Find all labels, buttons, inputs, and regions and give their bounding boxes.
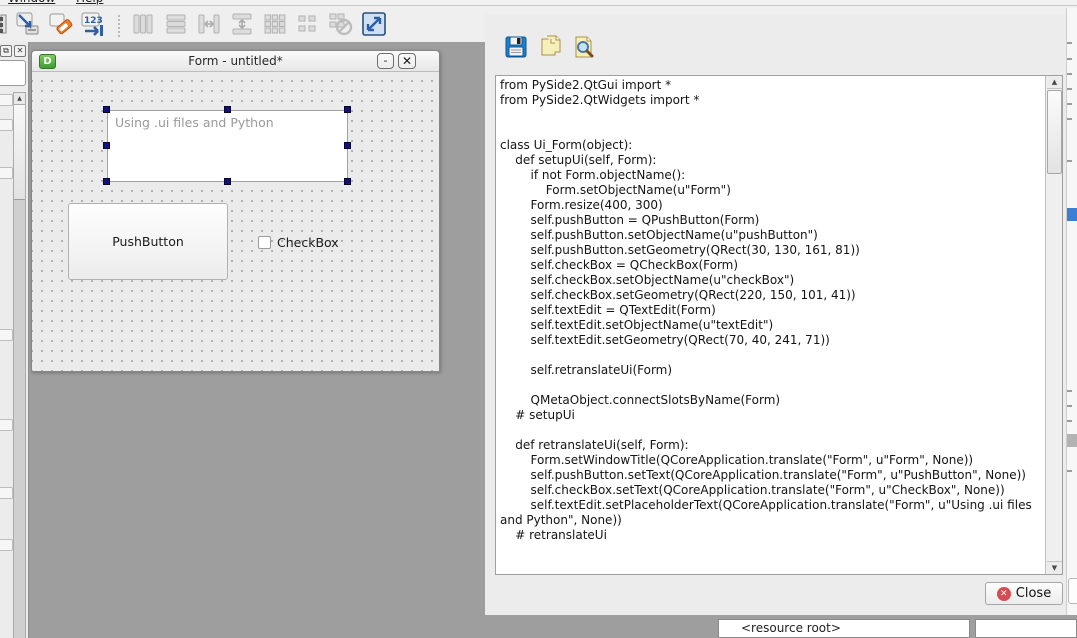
row-edge [1067,390,1072,392]
menubar: Window Help [0,0,1077,6]
selection-handle-top-left[interactable] [103,106,110,113]
code-scrollbar[interactable]: ▲ ▼ [1045,76,1062,574]
layout-split-horizontal-icon [196,11,222,41]
checkbox-indicator[interactable] [258,236,271,249]
code-dialog-toolbar [503,36,596,61]
find-icon [572,35,596,63]
generated-python-code[interactable]: from PySide2.QtGui import * from PySide2… [500,78,1043,572]
row-edge [1067,118,1072,120]
widget-box-panel: ⧉ ✕ ▲ [0,42,29,638]
row-edge [1067,470,1072,472]
dock-float-button[interactable]: ⧉ [0,45,12,57]
checkbox-widget[interactable]: CheckBox [258,235,339,250]
copy-button[interactable] [537,36,562,61]
scrollbar-thumb[interactable] [14,105,25,200]
code-preview-dialog: from PySide2.QtGui import * from PySide2… [485,14,1066,615]
widget-category-edge [0,487,13,499]
selection-handle-bottom-left[interactable] [103,178,110,185]
edit-tab-order-icon: 123 [81,11,107,41]
close-icon: ✕ [997,587,1011,601]
widget-category-edge [0,539,13,551]
find-button[interactable] [571,36,596,61]
row-edge [1067,103,1072,105]
layout-horizontal-button[interactable] [129,13,156,40]
selection-handle-top-right[interactable] [344,106,351,113]
widget-box-scrollbar[interactable]: ▲ [13,92,26,638]
layout-grid-icon [262,11,288,41]
layout-grid-button[interactable] [261,13,288,40]
form-editor-window: D Form - untitled* - ✕ Using .ui files a… [31,50,440,372]
widget-category-edge [0,329,13,341]
widget-filter-input[interactable] [0,60,26,86]
scroll-up-icon[interactable]: ▲ [1047,76,1062,89]
edit-buddies-icon [48,11,74,41]
scrollbar-thumb[interactable] [1047,90,1062,174]
toolbar-separator [117,14,121,38]
break-layout-icon [328,11,354,41]
copy-icon [538,35,562,63]
scroll-down-icon[interactable]: ▼ [1047,561,1062,574]
edit-widgets-button[interactable] [0,13,9,40]
adjust-size-button[interactable] [360,13,387,40]
layout-split-horizontal-button[interactable] [195,13,222,40]
save-icon [504,35,528,63]
row-edge [1067,420,1072,422]
edit-buddies-button[interactable] [47,13,74,40]
toolbar: 123 [0,10,393,42]
row-edge [1067,58,1072,60]
row-edge [1067,88,1072,90]
adjust-size-icon [361,11,387,41]
resource-root-item[interactable]: <resource root> [718,619,970,638]
row-edge [1067,73,1072,75]
edit-signals-slots-button[interactable] [14,13,41,40]
selected-row-edge [1067,208,1077,221]
hovered-row-edge [1067,434,1077,447]
menu-help[interactable]: Help [76,0,103,5]
code-view[interactable]: from PySide2.QtGui import * from PySide2… [495,75,1063,575]
row-edge [1067,405,1072,407]
form-canvas[interactable]: Using .ui files and Python PushButton Ch… [32,72,439,371]
layout-form-icon [295,11,321,41]
close-button-label: Close [1016,586,1051,601]
layout-split-vertical-button[interactable] [228,13,255,40]
widget-category-edge [0,94,13,106]
textedit-widget[interactable]: Using .ui files and Python [107,110,348,182]
layout-horizontal-icon [130,11,156,41]
dock-close-button[interactable]: ✕ [14,45,26,57]
close-window-button[interactable]: ✕ [398,53,416,69]
selection-handle-top-center[interactable] [224,106,231,113]
svg-text:123: 123 [84,16,103,26]
widget-category-edge [0,167,13,179]
widget-category-edge [0,419,13,431]
panel-button-edge [1068,578,1077,604]
row-edge [1067,160,1072,162]
layout-split-vertical-icon [229,11,255,41]
close-dialog-button[interactable]: ✕ Close [985,582,1063,605]
selection-handle-bottom-right[interactable] [344,178,351,185]
resource-panel-fragment [975,619,1077,638]
layout-form-button[interactable] [294,13,321,40]
scroll-up-icon[interactable]: ▲ [14,93,25,105]
break-layout-button[interactable] [327,13,354,40]
menu-window[interactable]: Window [8,0,55,5]
edit-signals-slots-icon [15,11,41,41]
selection-handle-bottom-center[interactable] [224,178,231,185]
row-edge [1067,42,1072,44]
layout-vertical-button[interactable] [162,13,189,40]
pushbutton-widget[interactable]: PushButton [68,203,228,280]
property-panel-edge [1066,8,1077,615]
widget-category-edge [0,119,13,131]
edit-widgets-icon [0,13,9,40]
save-button[interactable] [503,36,528,61]
layout-vertical-icon [163,11,189,41]
edit-tab-order-button[interactable]: 123 [80,13,107,40]
checkbox-label: CheckBox [277,235,339,250]
selection-handle-mid-left[interactable] [103,142,110,149]
form-titlebar[interactable]: D Form - untitled* - ✕ [32,51,439,72]
selection-handle-mid-right[interactable] [344,142,351,149]
minimize-button[interactable]: - [377,53,394,69]
